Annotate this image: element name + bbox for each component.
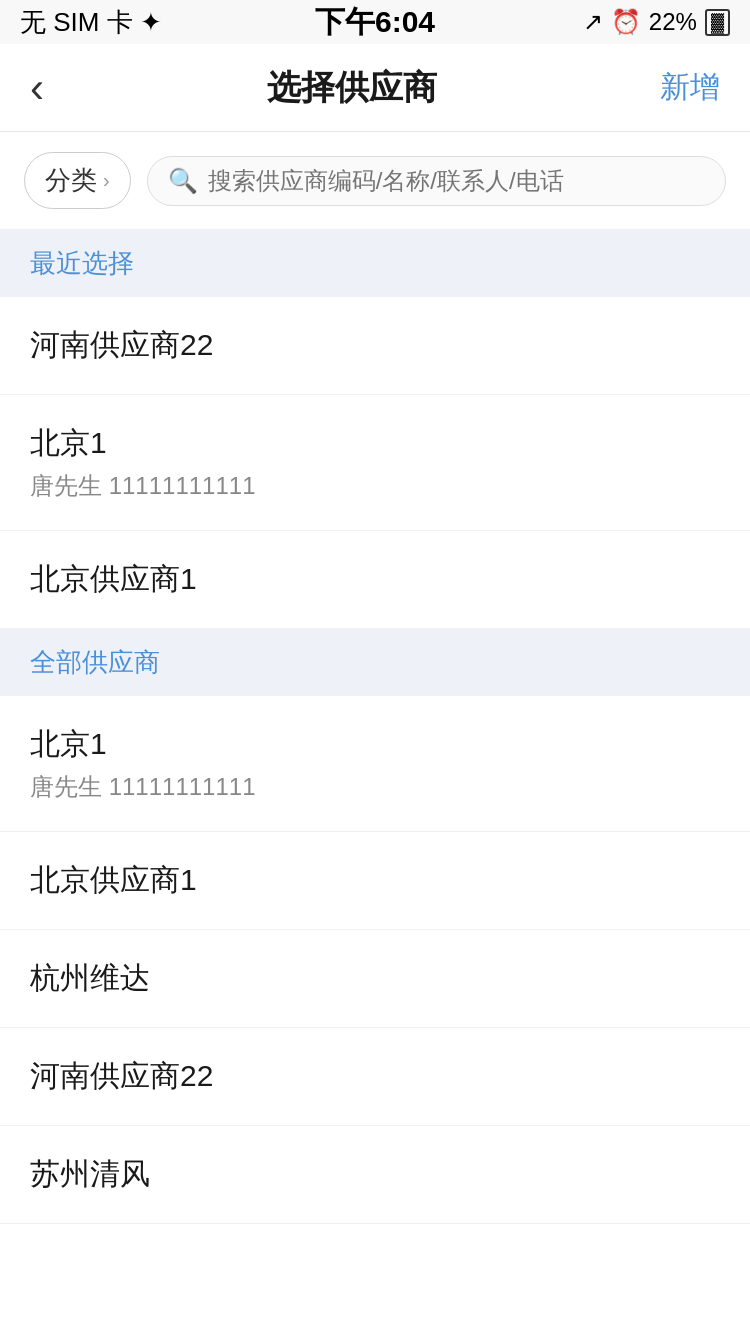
section-header-text-all: 全部供应商 (30, 647, 160, 677)
search-input[interactable] (208, 167, 705, 195)
alarm-icon: ⏰ (611, 8, 641, 36)
new-supplier-button[interactable]: 新增 (660, 67, 720, 108)
list-item[interactable]: 北京供应商1 (0, 832, 750, 930)
chevron-right-icon: › (103, 169, 110, 192)
item-name: 杭州维达 (30, 958, 720, 999)
category-label: 分类 (45, 163, 97, 198)
item-name: 北京1 (30, 724, 720, 765)
list-item[interactable]: 河南供应商22 (0, 297, 750, 395)
status-left: 无 SIM 卡 ✦ (20, 5, 162, 40)
item-name: 河南供应商22 (30, 325, 720, 366)
item-name: 北京1 (30, 423, 720, 464)
filter-bar: 分类 › 🔍 (0, 132, 750, 230)
section-header-text-recent: 最近选择 (30, 248, 134, 278)
list-item[interactable]: 北京供应商1 (0, 531, 750, 629)
item-name: 河南供应商22 (30, 1056, 720, 1097)
battery-status: 22% (649, 8, 697, 36)
status-right: ↗ ⏰ 22% ▓ (583, 8, 730, 36)
back-button[interactable]: ‹ (30, 67, 44, 109)
location-icon: ↗ (583, 8, 603, 36)
nav-bar: ‹ 选择供应商 新增 (0, 44, 750, 132)
list-item[interactable]: 北京1 唐先生 11111111111 (0, 696, 750, 832)
item-name: 北京供应商1 (30, 860, 720, 901)
search-box: 🔍 (147, 156, 726, 206)
page-title: 选择供应商 (267, 65, 437, 111)
search-icon: 🔍 (168, 167, 198, 195)
section-header-all: 全部供应商 (0, 629, 750, 696)
item-name: 苏州清风 (30, 1154, 720, 1195)
list-item[interactable]: 杭州维达 (0, 930, 750, 1028)
content-area: 最近选择河南供应商22 北京1 唐先生 11111111111 北京供应商1 全部供应商… (0, 230, 750, 1224)
list-item[interactable]: 北京1 唐先生 11111111111 (0, 395, 750, 531)
list-item[interactable]: 苏州清风 (0, 1126, 750, 1224)
status-time: 下午6:04 (315, 2, 435, 43)
status-bar: 无 SIM 卡 ✦ 下午6:04 ↗ ⏰ 22% ▓ (0, 0, 750, 44)
list-item[interactable]: 河南供应商22 (0, 1028, 750, 1126)
category-filter-button[interactable]: 分类 › (24, 152, 131, 209)
item-sub: 唐先生 11111111111 (30, 771, 720, 803)
battery-icon: ▓ (705, 9, 730, 36)
section-header-recent: 最近选择 (0, 230, 750, 297)
item-sub: 唐先生 11111111111 (30, 470, 720, 502)
item-name: 北京供应商1 (30, 559, 720, 600)
sim-status: 无 SIM 卡 ✦ (20, 5, 162, 40)
